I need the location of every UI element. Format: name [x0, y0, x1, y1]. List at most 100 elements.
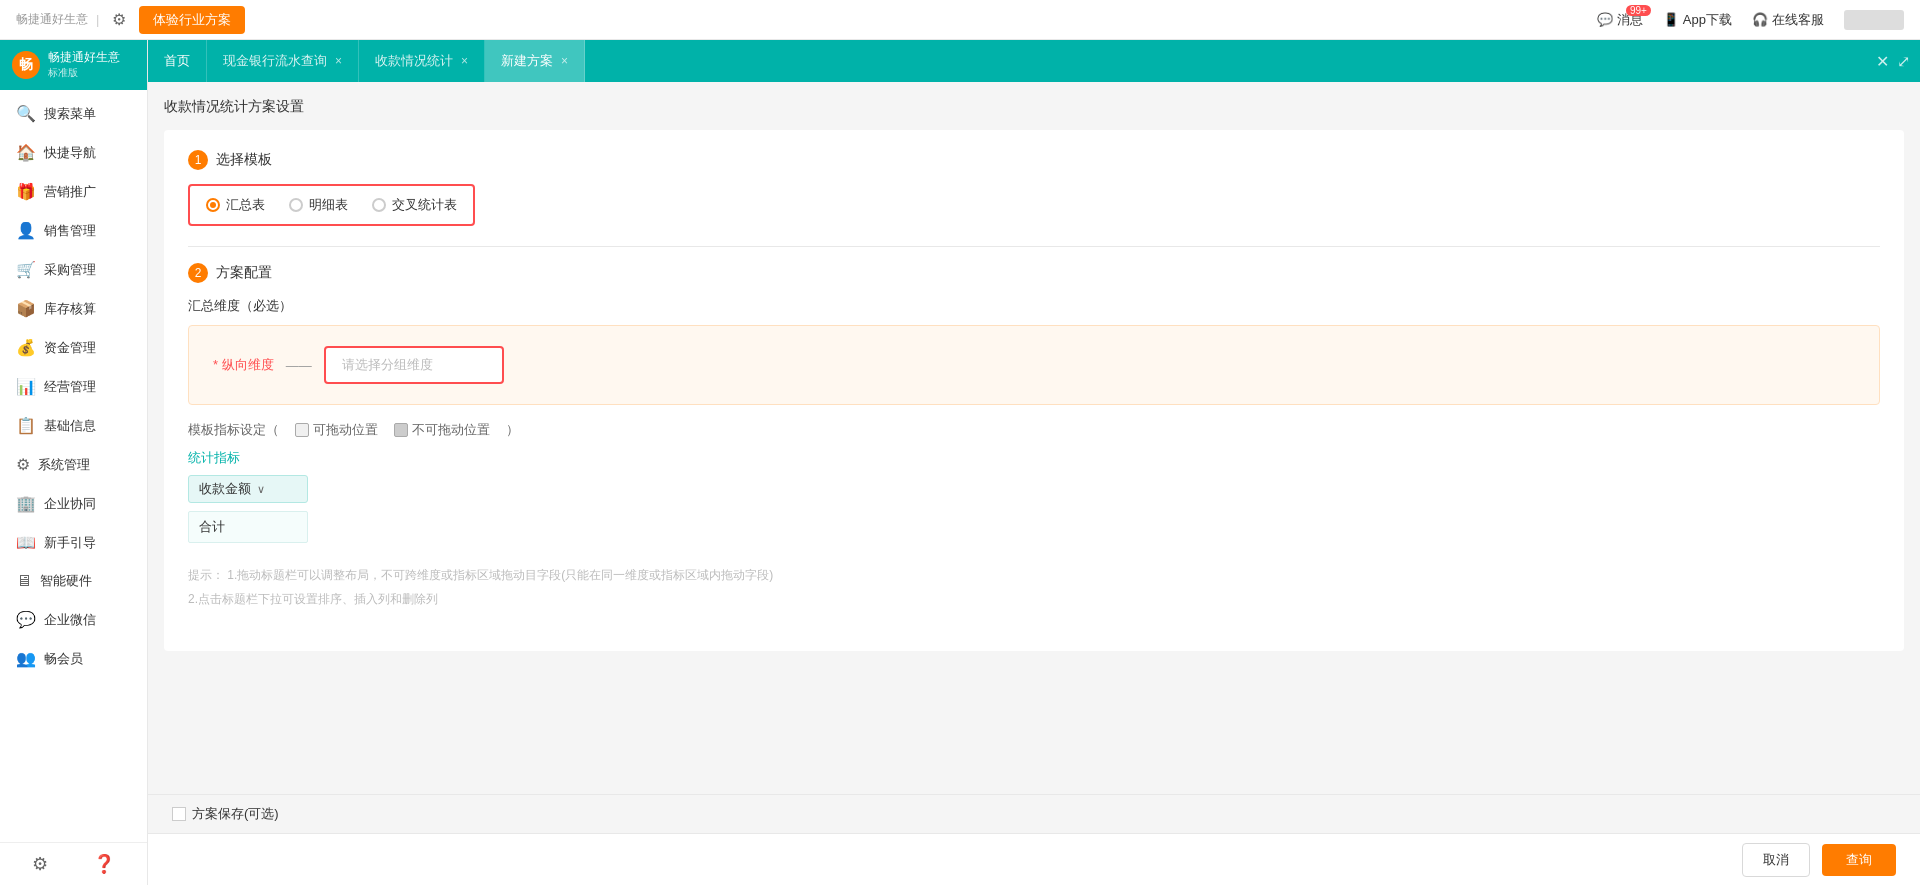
non-draggable-indicator: 不可拖动位置: [394, 421, 490, 439]
tab-receipts-label: 收款情况统计: [375, 52, 453, 70]
query-button[interactable]: 查询: [1822, 844, 1896, 876]
sidebar-item-hardware[interactable]: 🖥 智能硬件: [0, 562, 147, 600]
sidebar-label-member: 畅会员: [44, 650, 83, 668]
top-header: 畅捷通好生意 | ⚙ 体验行业方案 💬 消息 99+ 📱 App下载 🎧 在线客…: [0, 0, 1920, 40]
cancel-button[interactable]: 取消: [1742, 843, 1810, 877]
sidebar-item-nav[interactable]: 🏠 快捷导航: [0, 133, 147, 172]
tab-receipts[interactable]: 收款情况统计 ×: [359, 40, 485, 82]
sidebar-label-inventory: 库存核算: [44, 300, 96, 318]
money-icon: 💰: [16, 338, 36, 357]
radio-detail[interactable]: 明细表: [289, 196, 348, 214]
user-avatar[interactable]: [1844, 10, 1904, 30]
industry-button[interactable]: 体验行业方案: [139, 6, 245, 34]
settings-card: 1 选择模板 汇总表 明细表: [164, 130, 1904, 651]
sidebar-label-wechat: 企业微信: [44, 611, 96, 629]
cart-icon: 🛒: [16, 260, 36, 279]
section1-num: 1: [188, 150, 208, 170]
radio-summary-circle: [206, 198, 220, 212]
chart-icon: 📊: [16, 377, 36, 396]
metric-dropdown-icon[interactable]: ∨: [257, 483, 265, 496]
sidebar-item-finance[interactable]: 💰 资金管理: [0, 328, 147, 367]
action-bar: 取消 查询: [148, 833, 1920, 885]
info-icon: 📋: [16, 416, 36, 435]
non-draggable-label: 不可拖动位置: [412, 421, 490, 439]
metrics-close: ）: [506, 421, 519, 439]
tab-receipts-close[interactable]: ×: [461, 54, 468, 68]
metric-column: 收款金额 ∨ 合计: [188, 475, 308, 543]
support-label: 在线客服: [1772, 11, 1824, 29]
sidebar-item-member[interactable]: 👥 畅会员: [0, 639, 147, 678]
sidebar-item-system[interactable]: ⚙ 系统管理: [0, 445, 147, 484]
box-icon: 📦: [16, 299, 36, 318]
dimension-area: * 纵向维度 —— 请选择分组维度: [188, 325, 1880, 405]
tab-cashflow[interactable]: 现金银行流水查询 ×: [207, 40, 359, 82]
notification-item[interactable]: 💬 消息 99+: [1597, 11, 1643, 29]
sidebar-label-operations: 经营管理: [44, 378, 96, 396]
sidebar-bottom-settings[interactable]: ⚙: [32, 853, 48, 875]
sidebar-item-marketing[interactable]: 🎁 营销推广: [0, 172, 147, 211]
breadcrumb: 畅捷通好生意: [16, 11, 88, 28]
save-plan-checkbox[interactable]: [172, 807, 186, 821]
download-icon: 📱: [1663, 12, 1679, 27]
message-icon: 💬: [1597, 12, 1613, 27]
hint-line-2: 2.点击标题栏下拉可设置排序、插入列和删除列: [188, 587, 1880, 611]
download-item[interactable]: 📱 App下载: [1663, 11, 1732, 29]
tab-home[interactable]: 首页: [148, 40, 207, 82]
sidebar-item-corp[interactable]: 🏢 企业协同: [0, 484, 147, 523]
sidebar-item-guide[interactable]: 📖 新手引导: [0, 523, 147, 562]
page-content: 收款情况统计方案设置 1 选择模板 汇总表: [148, 82, 1920, 794]
sidebar-bottom-help[interactable]: ❓: [93, 853, 115, 875]
metric-tag-label: 收款金额: [199, 480, 251, 498]
tab-new-plan[interactable]: 新建方案 ×: [485, 40, 585, 82]
dim-select[interactable]: 请选择分组维度: [324, 346, 504, 384]
help-icon: ❓: [93, 853, 115, 875]
save-plan-label[interactable]: 方案保存(可选): [172, 805, 279, 823]
template-options-box: 汇总表 明细表 交叉统计表: [188, 184, 475, 226]
sidebar-item-operations[interactable]: 📊 经营管理: [0, 367, 147, 406]
dimension-sublabel: 汇总维度（必选）: [188, 297, 1880, 315]
sidebar-label-finance: 资金管理: [44, 339, 96, 357]
draggable-label: 可拖动位置: [313, 421, 378, 439]
sidebar-item-inventory[interactable]: 📦 库存核算: [0, 289, 147, 328]
book-icon: 📖: [16, 533, 36, 552]
tab-home-label: 首页: [164, 52, 190, 70]
search-icon: 🔍: [16, 104, 36, 123]
section-template: 1 选择模板 汇总表 明细表: [188, 150, 1880, 226]
radio-summary[interactable]: 汇总表: [206, 196, 265, 214]
download-label: App下载: [1683, 11, 1732, 29]
sidebar-label-hardware: 智能硬件: [40, 572, 92, 590]
tab-expand-icon[interactable]: ⤢: [1897, 52, 1910, 71]
sidebar-label-marketing: 营销推广: [44, 183, 96, 201]
save-plan-text: 方案保存(可选): [192, 805, 279, 823]
hint-area: 提示： 1.拖动标题栏可以调整布局，不可跨维度或指标区域拖动目字段(只能在同一维…: [188, 563, 1880, 611]
sidebar-item-search[interactable]: 🔍 搜索菜单: [0, 94, 147, 133]
sidebar-item-wechat[interactable]: 💬 企业微信: [0, 600, 147, 639]
support-item[interactable]: 🎧 在线客服: [1752, 11, 1824, 29]
tab-new-plan-close[interactable]: ×: [561, 54, 568, 68]
sidebar-item-purchase[interactable]: 🛒 采购管理: [0, 250, 147, 289]
section2-header: 2 方案配置: [188, 263, 1880, 283]
sidebar-item-basic[interactable]: 📋 基础信息: [0, 406, 147, 445]
section1-header: 1 选择模板: [188, 150, 1880, 170]
metrics-header: 模板指标设定（ 可拖动位置 不可拖动位置 ）: [188, 421, 1880, 439]
sidebar-item-sales[interactable]: 👤 销售管理: [0, 211, 147, 250]
settings-icon: ⚙: [32, 853, 48, 875]
tab-new-plan-label: 新建方案: [501, 52, 553, 70]
sidebar-label-sales: 销售管理: [44, 222, 96, 240]
building-icon: 🏢: [16, 494, 36, 513]
member-icon: 👥: [16, 649, 36, 668]
radio-detail-label: 明细表: [309, 196, 348, 214]
gear-button[interactable]: ⚙: [107, 8, 131, 32]
header-right: 💬 消息 99+ 📱 App下载 🎧 在线客服: [1597, 10, 1904, 30]
tab-close-all-icon[interactable]: ✕: [1876, 52, 1889, 71]
sidebar-label-guide: 新手引导: [44, 534, 96, 552]
hint-line-1: 提示： 1.拖动标题栏可以调整布局，不可跨维度或指标区域拖动目字段(只能在同一维…: [188, 563, 1880, 587]
stat-label: 统计指标: [188, 449, 1880, 467]
radio-cross[interactable]: 交叉统计表: [372, 196, 457, 214]
home-icon: 🏠: [16, 143, 36, 162]
gift-icon: 🎁: [16, 182, 36, 201]
metric-tag-payment[interactable]: 收款金额 ∨: [188, 475, 308, 503]
tab-cashflow-close[interactable]: ×: [335, 54, 342, 68]
metrics-area: 统计指标 收款金额 ∨ 合计: [188, 449, 1880, 543]
page-title: 收款情况统计方案设置: [164, 98, 1904, 116]
